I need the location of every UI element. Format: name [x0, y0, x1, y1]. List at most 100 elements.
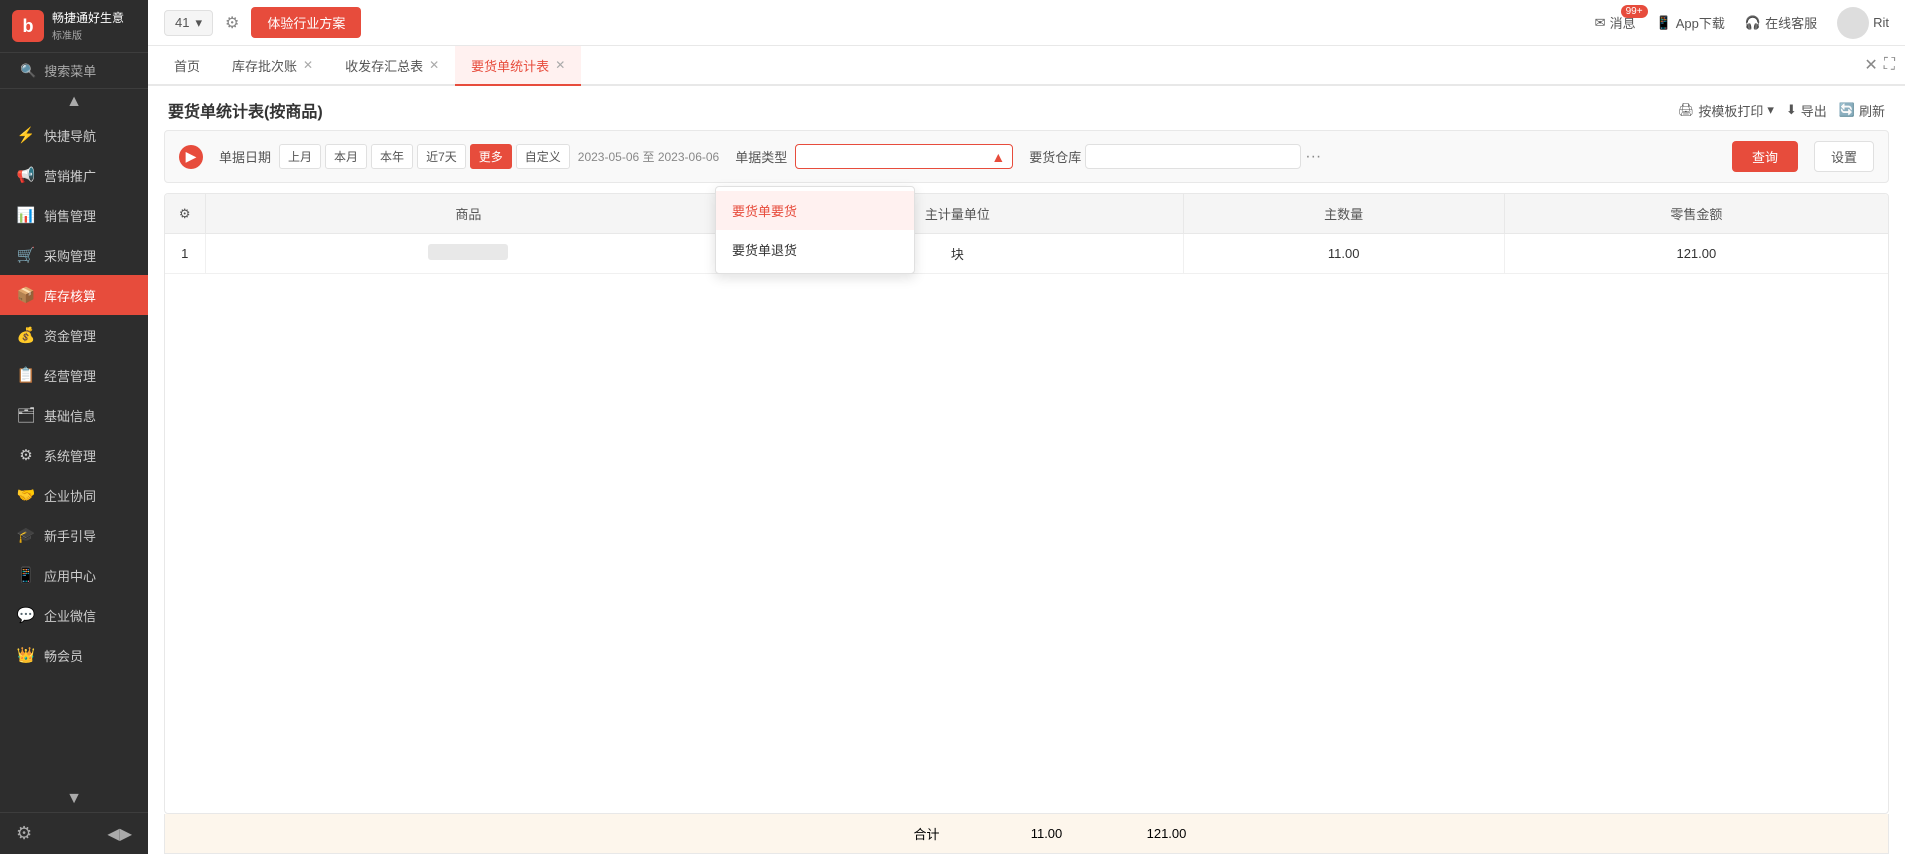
user-avatar-btn[interactable]: Rit — [1837, 7, 1889, 39]
table-header-row: ⚙ 商品 主计量单位 主数量 零售金额 — [165, 194, 1888, 234]
promo-button[interactable]: 体验行业方案 — [251, 7, 361, 38]
sidebar-item-marketing[interactable]: 📢 营销推广 — [0, 155, 148, 195]
export-label: 导出 — [1801, 101, 1827, 120]
sidebar-item-label: 企业协同 — [44, 486, 96, 505]
sidebar-items: ⚡ 快捷导航 📢 营销推广 📊 销售管理 🛒 采购管理 📦 库存核算 💰 资金管… — [0, 115, 148, 786]
tab-receive-send[interactable]: 收发存汇总表 ✕ — [329, 46, 455, 86]
cell-quantity: 11.00 — [1183, 234, 1504, 274]
cell-product — [205, 234, 732, 274]
search-menu[interactable]: 🔍 搜索菜单 — [0, 53, 148, 89]
sidebar-item-label: 系统管理 — [44, 446, 96, 465]
sidebar-item-operation[interactable]: 📋 经营管理 — [0, 355, 148, 395]
sidebar-scroll-down[interactable]: ▼ — [0, 786, 148, 812]
sidebar-item-quick-nav[interactable]: ⚡ 快捷导航 — [0, 115, 148, 155]
footer-total-amount: 121.00 — [1147, 826, 1187, 841]
query-button[interactable]: 查询 — [1732, 141, 1798, 172]
filter-expand-btn[interactable]: ▶ — [179, 145, 203, 169]
app-version: 标准版 — [52, 27, 124, 42]
headset-icon: 🎧 — [1745, 15, 1761, 31]
tenant-selector[interactable]: 41 ▾ — [164, 10, 213, 36]
table-row: 1 块 11.00 121.00 — [165, 234, 1888, 274]
tab-order-stats[interactable]: 要货单统计表 ✕ — [455, 46, 581, 86]
refresh-btn[interactable]: 🔄 刷新 — [1839, 101, 1885, 120]
app-download-label: App下载 — [1676, 13, 1725, 32]
type-select-input[interactable] — [795, 144, 1013, 169]
close-all-icon[interactable]: ✕ — [1864, 55, 1877, 75]
table-footer: 合计 11.00 121.00 — [164, 814, 1889, 854]
cell-index: 1 — [165, 234, 205, 274]
tab-label: 库存批次账 — [232, 56, 297, 75]
date-btn-custom[interactable]: 自定义 — [516, 144, 570, 169]
sidebar-item-app-center[interactable]: 📱 应用中心 — [0, 555, 148, 595]
sidebar-item-guide[interactable]: 🎓 新手引导 — [0, 515, 148, 555]
search-icon: 🔍 — [20, 63, 36, 79]
export-icon: ⬇ — [1786, 102, 1797, 118]
settings-icon[interactable]: ⚙ — [16, 823, 32, 844]
app-center-icon: 📱 — [16, 565, 36, 585]
export-btn[interactable]: ⬇ 导出 — [1786, 101, 1827, 120]
sidebar-scroll-up[interactable]: ▲ — [0, 89, 148, 115]
tab-close-icon[interactable]: ✕ — [303, 59, 313, 71]
sidebar-item-finance[interactable]: 💰 资金管理 — [0, 315, 148, 355]
warehouse-input[interactable] — [1085, 144, 1301, 169]
sidebar-item-label: 采购管理 — [44, 246, 96, 265]
data-table-container: ⚙ 商品 主计量单位 主数量 零售金额 — [164, 193, 1889, 814]
sales-icon: 📊 — [16, 205, 36, 225]
sidebar-item-enterprise[interactable]: 🤝 企业协同 — [0, 475, 148, 515]
sidebar-item-label: 资金管理 — [44, 326, 96, 345]
expand-tab-icon[interactable]: ⛶ — [1884, 56, 1895, 74]
phone-icon: 📱 — [1656, 15, 1672, 31]
collapse-icon[interactable]: ◀▶ — [107, 824, 132, 844]
online-service-label: 在线客服 — [1765, 13, 1817, 32]
sidebar-item-vip[interactable]: 👑 畅会员 — [0, 635, 148, 675]
sidebar-item-label: 销售管理 — [44, 206, 96, 225]
header-bar: 41 ▾ ⚙ 体验行业方案 ✉ 消息 99+ 📱 App下载 🎧 在线客服 R — [148, 0, 1905, 46]
online-service-btn[interactable]: 🎧 在线客服 — [1745, 13, 1817, 32]
enterprise-icon: 🤝 — [16, 485, 36, 505]
cell-amount: 121.00 — [1504, 234, 1888, 274]
sidebar-item-label: 基础信息 — [44, 406, 96, 425]
page-content: 要货单统计表(按商品) 🖨 按模板打印 ▾ ⬇ 导出 🔄 刷新 ▶ — [148, 86, 1905, 854]
sidebar-item-sales[interactable]: 📊 销售管理 — [0, 195, 148, 235]
print-label: 按模板打印 — [1698, 101, 1763, 120]
print-dropdown-icon: ▾ — [1767, 102, 1774, 118]
date-btn-7days[interactable]: 近7天 — [417, 144, 466, 169]
date-btn-this-month[interactable]: 本月 — [325, 144, 367, 169]
app-download-btn[interactable]: 📱 App下载 — [1656, 13, 1725, 32]
sidebar-item-system[interactable]: ⚙ 系统管理 — [0, 435, 148, 475]
date-btn-more[interactable]: 更多 — [470, 144, 512, 169]
th-settings[interactable]: ⚙ — [165, 194, 205, 234]
warehouse-filter-group: 要货仓库 ··· — [1029, 144, 1321, 169]
tab-home[interactable]: 首页 — [158, 46, 216, 86]
header-settings-icon[interactable]: ⚙ — [225, 13, 239, 33]
filter-more-btn[interactable]: ··· — [1305, 148, 1321, 166]
user-name: Rit — [1873, 15, 1889, 30]
sidebar-item-base[interactable]: 🗂 基础信息 — [0, 395, 148, 435]
dropdown-item-order[interactable]: 要货单要货 — [716, 191, 914, 230]
date-buttons: 上月 本月 本年 近7天 更多 自定义 — [279, 144, 570, 169]
date-btn-prev-month[interactable]: 上月 — [279, 144, 321, 169]
sidebar-item-label: 经营管理 — [44, 366, 96, 385]
tab-label: 要货单统计表 — [471, 56, 549, 75]
date-label: 单据日期 — [219, 147, 271, 166]
type-select-container: ▲ — [795, 144, 1013, 169]
app-name: 畅捷通好生意 — [52, 10, 124, 27]
sidebar-item-label: 快捷导航 — [44, 126, 96, 145]
sidebar: b 畅捷通好生意 标准版 🔍 搜索菜单 ▲ ⚡ 快捷导航 📢 营销推广 📊 销售… — [0, 0, 148, 854]
app-logo: b 畅捷通好生意 标准版 — [0, 0, 148, 53]
dropdown-item-return[interactable]: 要货单退货 — [716, 230, 914, 269]
tab-close-icon[interactable]: ✕ — [555, 59, 565, 71]
date-btn-this-year[interactable]: 本年 — [371, 144, 413, 169]
type-label: 单据类型 — [735, 147, 787, 166]
settings-button[interactable]: 设置 — [1814, 141, 1874, 172]
settings-icon: ⚙ — [179, 206, 191, 221]
tab-close-icon[interactable]: ✕ — [429, 59, 439, 71]
sidebar-item-purchase[interactable]: 🛒 采购管理 — [0, 235, 148, 275]
tab-inventory-batch[interactable]: 库存批次账 ✕ — [216, 46, 329, 86]
message-icon: ✉ — [1595, 15, 1606, 31]
print-btn[interactable]: 🖨 按模板打印 ▾ — [1678, 101, 1774, 120]
sidebar-item-wechat[interactable]: 💬 企业微信 — [0, 595, 148, 635]
sidebar-item-inventory[interactable]: 📦 库存核算 — [0, 275, 148, 315]
messages-btn[interactable]: ✉ 消息 99+ — [1595, 13, 1636, 32]
user-avatar — [1837, 7, 1869, 39]
